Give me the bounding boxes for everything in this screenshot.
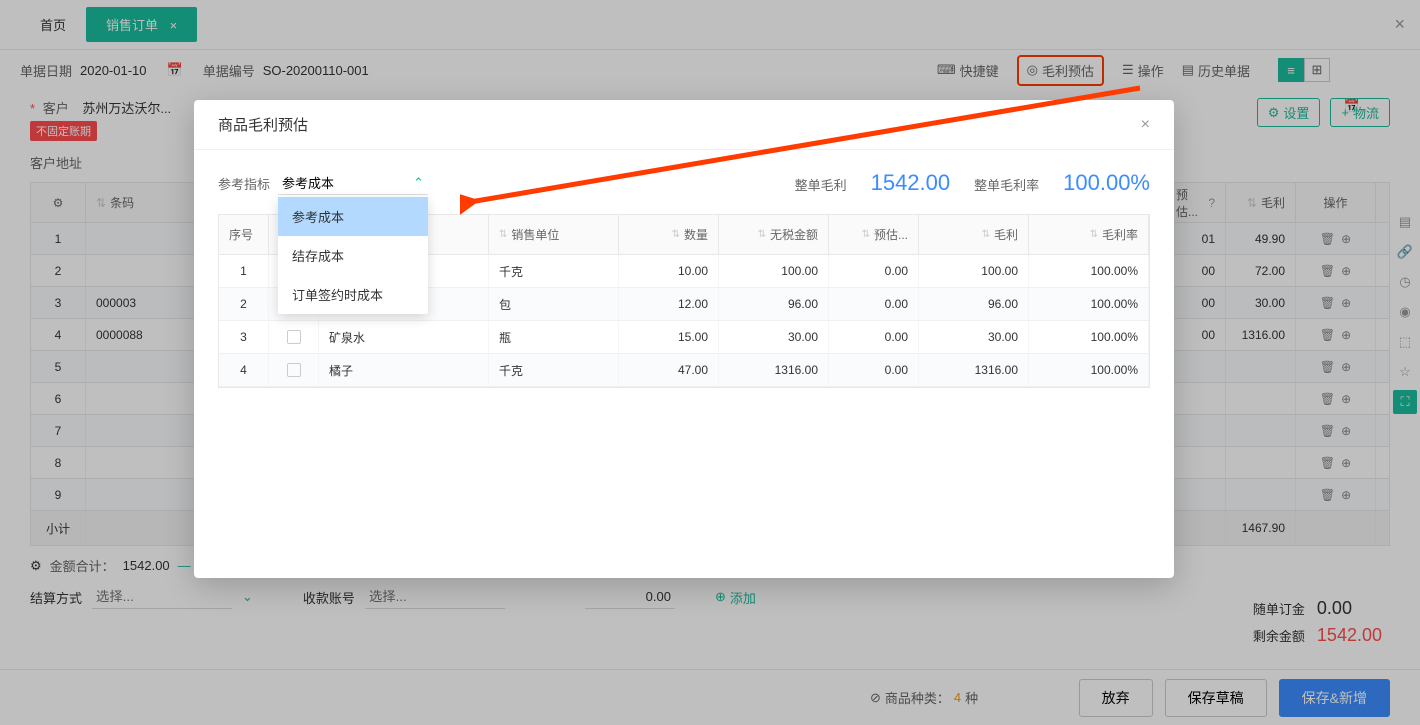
- mrow-name: 橘子: [319, 354, 489, 386]
- total-profit-value: 1542.00: [871, 170, 951, 196]
- mrow-amount: 100.00: [719, 255, 829, 287]
- mrow-name: 矿泉水: [319, 321, 489, 353]
- total-profit-label: 整单毛利: [795, 175, 847, 194]
- modal-close-icon[interactable]: ×: [1141, 116, 1150, 134]
- mrow-qty: 15.00: [619, 321, 719, 353]
- mcol-est[interactable]: ⇅预估...: [829, 215, 919, 254]
- mrow-est: 0.00: [829, 255, 919, 287]
- mcol-amount[interactable]: ⇅无税金额: [719, 215, 829, 254]
- modal-title: 商品毛利预估: [218, 114, 308, 135]
- mrow-unit: 千克: [489, 255, 619, 287]
- mcol-idx[interactable]: 序号: [219, 215, 269, 254]
- mrow-unit: 瓶: [489, 321, 619, 353]
- mrow-idx: 3: [219, 321, 269, 353]
- mrow-check[interactable]: [269, 321, 319, 353]
- option-reference-cost[interactable]: 参考成本: [278, 197, 428, 236]
- total-rate-value: 100.00%: [1063, 170, 1150, 196]
- mrow-rate: 100.00%: [1029, 321, 1149, 353]
- modal-controls: 参考指标 ⌃ 参考成本 结存成本 订单签约时成本 整单毛利 1542.00 整单…: [218, 170, 1150, 196]
- mrow-profit: 1316.00: [919, 354, 1029, 386]
- profit-row[interactable]: 4 橘子 千克 47.00 1316.00 0.00 1316.00 100.0…: [219, 354, 1149, 387]
- mrow-idx: 2: [219, 288, 269, 320]
- mcol-rate[interactable]: ⇅毛利率: [1029, 215, 1149, 254]
- mrow-qty: 10.00: [619, 255, 719, 287]
- mrow-unit: 千克: [489, 354, 619, 386]
- chevron-up-icon[interactable]: ⌃: [413, 175, 424, 191]
- mrow-rate: 100.00%: [1029, 255, 1149, 287]
- mrow-qty: 12.00: [619, 288, 719, 320]
- mrow-profit: 100.00: [919, 255, 1029, 287]
- mrow-rate: 100.00%: [1029, 288, 1149, 320]
- profit-row[interactable]: 3 矿泉水 瓶 15.00 30.00 0.00 30.00 100.00%: [219, 321, 1149, 354]
- mrow-amount: 30.00: [719, 321, 829, 353]
- option-balance-cost[interactable]: 结存成本: [278, 236, 428, 275]
- mcol-qty[interactable]: ⇅数量: [619, 215, 719, 254]
- mrow-profit: 30.00: [919, 321, 1029, 353]
- mrow-amount: 1316.00: [719, 354, 829, 386]
- mrow-est: 0.00: [829, 321, 919, 353]
- option-contract-cost[interactable]: 订单签约时成本: [278, 275, 428, 314]
- metric-input[interactable]: [278, 171, 428, 195]
- modal-stats: 整单毛利 1542.00 整单毛利率 100.00%: [795, 170, 1150, 196]
- mcol-profit[interactable]: ⇅毛利: [919, 215, 1029, 254]
- total-rate-label: 整单毛利率: [974, 175, 1039, 194]
- metric-label: 参考指标: [218, 174, 270, 193]
- mrow-rate: 100.00%: [1029, 354, 1149, 386]
- mrow-amount: 96.00: [719, 288, 829, 320]
- mrow-idx: 1: [219, 255, 269, 287]
- mrow-check[interactable]: [269, 354, 319, 386]
- mrow-est: 0.00: [829, 288, 919, 320]
- mrow-qty: 47.00: [619, 354, 719, 386]
- mcol-unit[interactable]: ⇅销售单位: [489, 215, 619, 254]
- metric-select[interactable]: ⌃ 参考成本 结存成本 订单签约时成本: [278, 171, 428, 195]
- mrow-profit: 96.00: [919, 288, 1029, 320]
- mrow-idx: 4: [219, 354, 269, 386]
- mrow-unit: 包: [489, 288, 619, 320]
- mrow-est: 0.00: [829, 354, 919, 386]
- profit-estimate-modal: 商品毛利预估 × 参考指标 ⌃ 参考成本 结存成本 订单签约时成本 整单毛利 1…: [194, 100, 1174, 578]
- modal-body: 参考指标 ⌃ 参考成本 结存成本 订单签约时成本 整单毛利 1542.00 整单…: [194, 150, 1174, 408]
- modal-header: 商品毛利预估 ×: [194, 100, 1174, 150]
- metric-dropdown: 参考成本 结存成本 订单签约时成本: [278, 197, 428, 314]
